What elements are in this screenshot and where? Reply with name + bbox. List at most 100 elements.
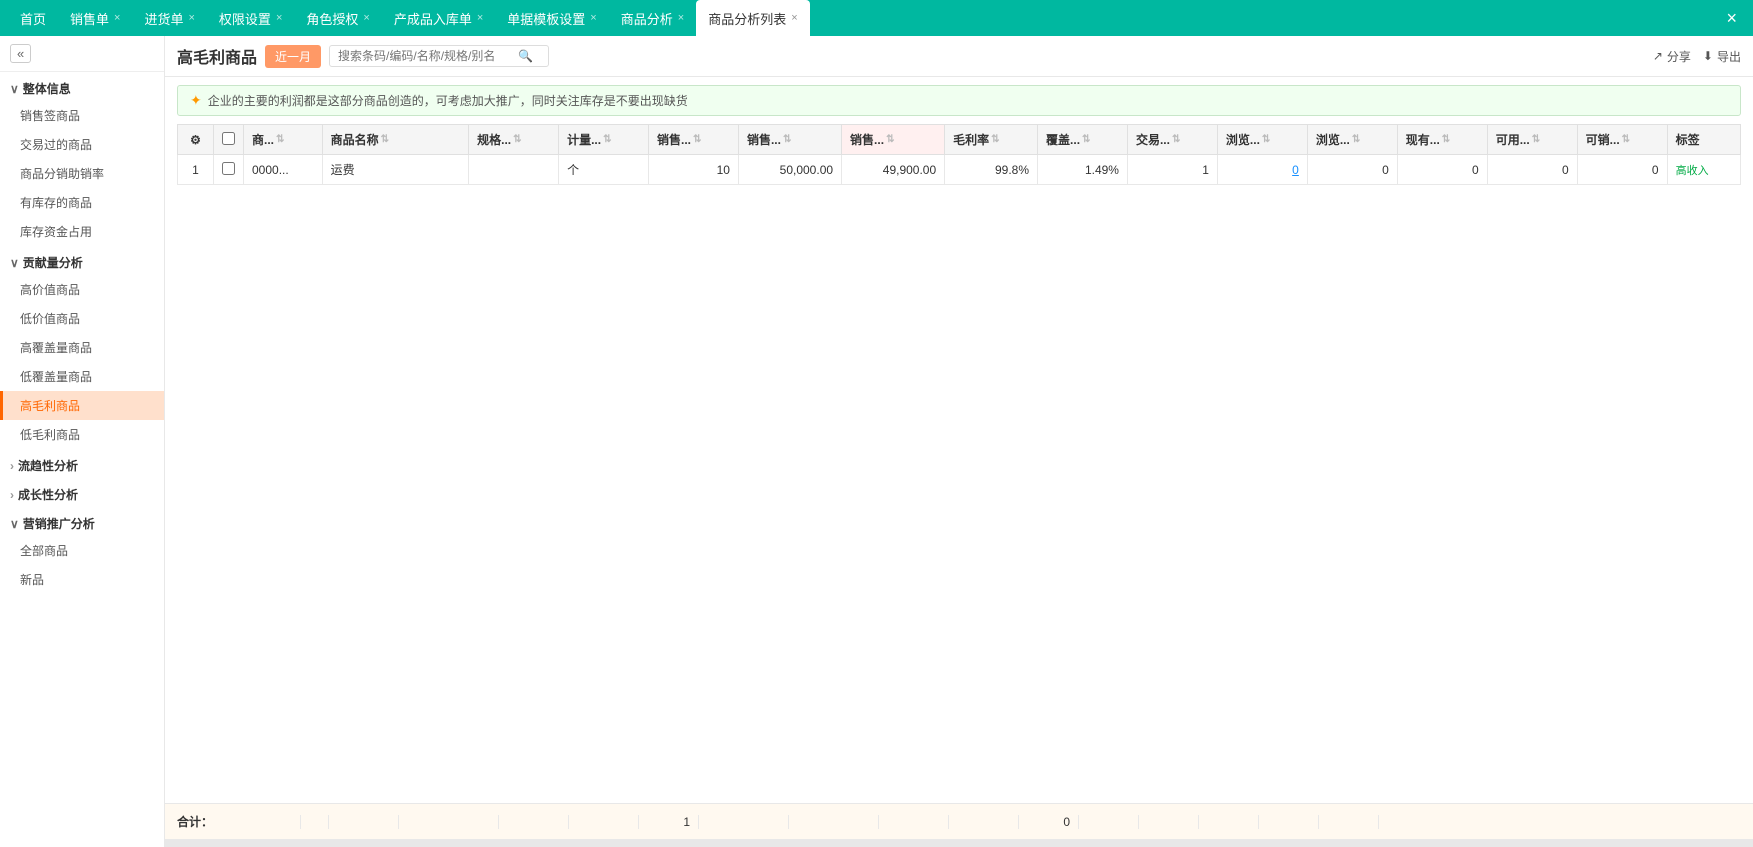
col-unit[interactable]: 计量...⇅ (559, 125, 649, 155)
col-available[interactable]: 可用...⇅ (1487, 125, 1577, 155)
nav-product-storage[interactable]: 产成品入库单 × (382, 0, 495, 36)
sidebar-group-overall[interactable]: ∨ 整体信息 (0, 72, 164, 101)
search-input[interactable] (338, 49, 518, 63)
sidebar-group-marketing[interactable]: ∨ 营销推广分析 (0, 507, 164, 536)
col-coverage[interactable]: 覆盖...⇅ (1038, 125, 1128, 155)
header-actions: ↗ 分享 ⬇ 导出 (1653, 48, 1741, 65)
cell-tag: 高收入 (1667, 155, 1740, 185)
col-spec[interactable]: 规格...⇅ (469, 125, 559, 155)
close-role-auth[interactable]: × (363, 12, 369, 24)
sort-icon-gross-rate: ⇅ (991, 134, 999, 145)
footer-cells: 1 0 (237, 815, 1741, 829)
nav-sales-order[interactable]: 销售单 × (58, 0, 132, 36)
sidebar-group-contribution[interactable]: ∨ 贡献量分析 (0, 246, 164, 275)
footer-label: 合计： (177, 813, 237, 830)
sidebar-item-sales-ranking[interactable]: 销售签商品 (0, 101, 164, 130)
product-table: ⚙ 商...⇅ 商品名称⇅ 规格...⇅ (177, 124, 1741, 185)
sidebar-item-low-margin[interactable]: 低毛利商品 (0, 420, 164, 449)
col-saleable[interactable]: 可销...⇅ (1577, 125, 1667, 155)
table-container: ⚙ 商...⇅ 商品名称⇅ 规格...⇅ (165, 124, 1753, 803)
cell-index: 1 (178, 155, 214, 185)
sort-icon-view1: ⇅ (1262, 134, 1270, 145)
sort-icon-saleable: ⇅ (1622, 134, 1630, 145)
select-all-checkbox[interactable] (222, 132, 235, 145)
nav-product-analysis-list[interactable]: 商品分析列表 × (696, 0, 809, 36)
cell-view1[interactable]: 0 (1217, 155, 1307, 185)
col-current[interactable]: 现有...⇅ (1397, 125, 1487, 155)
footer-empty12 (1079, 815, 1139, 829)
sidebar-collapse-button[interactable]: « (10, 44, 31, 63)
footer-empty9 (879, 815, 949, 829)
cell-saleable: 0 (1577, 155, 1667, 185)
row-checkbox[interactable] (222, 162, 235, 175)
close-purchase-order[interactable]: × (188, 12, 194, 24)
content-header: 高毛利商品 近一月 🔍 ↗ 分享 ⬇ 导出 (165, 36, 1753, 77)
cell-code: 0000... (244, 155, 323, 185)
close-product-analysis-list[interactable]: × (791, 12, 797, 24)
sort-icon-spec: ⇅ (513, 134, 521, 145)
close-product-storage[interactable]: × (477, 12, 483, 24)
sidebar-item-low-coverage[interactable]: 低覆盖量商品 (0, 362, 164, 391)
col-sales-profit[interactable]: 销售...⇅ (842, 125, 945, 155)
col-trade[interactable]: 交易...⇅ (1127, 125, 1217, 155)
col-view2[interactable]: 浏览...⇅ (1307, 125, 1397, 155)
col-view1[interactable]: 浏览...⇅ (1217, 125, 1307, 155)
nav-purchase-order[interactable]: 进货单 × (132, 0, 206, 36)
footer-empty4 (399, 815, 499, 829)
close-sales-order[interactable]: × (114, 12, 120, 24)
sidebar-item-distribution[interactable]: 商品分销助销率 (0, 159, 164, 188)
sidebar-group-growth[interactable]: › 成长性分析 (0, 478, 164, 507)
col-gross-rate[interactable]: 毛利率⇅ (945, 125, 1038, 155)
footer-empty2 (301, 815, 329, 829)
close-product-analysis[interactable]: × (678, 12, 684, 24)
close-all-button[interactable]: × (1718, 8, 1745, 29)
main-container: « ∨ 整体信息 销售签商品 交易过的商品 商品分销助销率 有库存的商品 库存资… (0, 36, 1753, 847)
col-name[interactable]: 商品名称⇅ (322, 125, 468, 155)
sort-icon-name: ⇅ (381, 134, 389, 145)
group-arrow-overall: ∨ (10, 82, 19, 96)
footer-empty5 (499, 815, 569, 829)
sidebar-item-traded[interactable]: 交易过的商品 (0, 130, 164, 159)
horizontal-scrollbar[interactable] (165, 839, 1753, 847)
group-arrow-marketing: ∨ (10, 517, 19, 531)
sort-icon-trade: ⇅ (1172, 134, 1180, 145)
col-code[interactable]: 商...⇅ (244, 125, 323, 155)
export-button[interactable]: ⬇ 导出 (1703, 48, 1741, 65)
sidebar-item-high-value[interactable]: 高价值商品 (0, 275, 164, 304)
sidebar-item-low-value[interactable]: 低价值商品 (0, 304, 164, 333)
table-header-row: ⚙ 商...⇅ 商品名称⇅ 规格...⇅ (178, 125, 1741, 155)
share-icon: ↗ (1653, 49, 1663, 63)
sidebar-item-all-products[interactable]: 全部商品 (0, 536, 164, 565)
col-sales-count[interactable]: 销售...⇅ (649, 125, 739, 155)
cell-unit: 个 (559, 155, 649, 185)
footer-total-bar: 合计： 1 0 (165, 803, 1753, 839)
sidebar-item-high-margin[interactable]: 高毛利商品 (0, 391, 164, 420)
info-bar: ✦ 企业的主要的利润都是这部分商品创造的，可考虑加大推广，同时关注库存是不要出现… (177, 85, 1741, 116)
cell-view2: 0 (1307, 155, 1397, 185)
col-sales-amount[interactable]: 销售...⇅ (738, 125, 841, 155)
export-icon: ⬇ (1703, 49, 1713, 63)
close-permissions[interactable]: × (276, 12, 282, 24)
footer-sales-count: 1 (639, 815, 699, 829)
nav-product-analysis[interactable]: 商品分析 × (609, 0, 696, 36)
table-row: 1 0000... 运费 (178, 155, 1741, 185)
sidebar-item-new-products[interactable]: 新品 (0, 565, 164, 594)
sidebar-group-trend[interactable]: › 流趋性分析 (0, 449, 164, 478)
nav-role-auth[interactable]: 角色授权 × (294, 0, 381, 36)
close-template-settings[interactable]: × (590, 12, 596, 24)
nav-template-settings[interactable]: 单据模板设置 × (495, 0, 608, 36)
sidebar-item-stock-capital[interactable]: 库存资金占用 (0, 217, 164, 246)
nav-home[interactable]: 首页 (8, 0, 58, 36)
sidebar-item-high-coverage[interactable]: 高覆盖量商品 (0, 333, 164, 362)
search-icon[interactable]: 🔍 (518, 49, 533, 63)
nav-permissions[interactable]: 权限设置 × (207, 0, 294, 36)
sidebar-item-in-stock[interactable]: 有库存的商品 (0, 188, 164, 217)
footer-empty13 (1139, 815, 1199, 829)
col-settings[interactable]: ⚙ (178, 125, 214, 155)
share-button[interactable]: ↗ 分享 (1653, 48, 1691, 65)
filter-period-button[interactable]: 近一月 (265, 45, 321, 68)
page-title: 高毛利商品 (177, 44, 257, 68)
cell-sales-amount: 50,000.00 (738, 155, 841, 185)
sort-icon-coverage: ⇅ (1082, 134, 1090, 145)
col-tag: 标签 (1667, 125, 1740, 155)
